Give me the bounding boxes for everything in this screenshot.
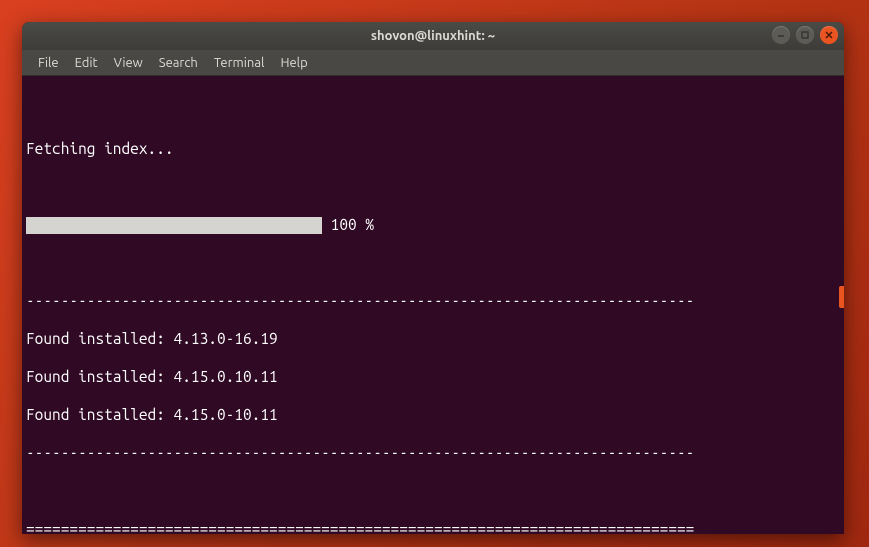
window-controls <box>772 26 838 44</box>
installed-line: Found installed: 4.15.0.10.11 <box>26 367 840 386</box>
separator-dash: ----------------------------------------… <box>26 443 840 462</box>
menu-help[interactable]: Help <box>272 53 315 73</box>
scrollbar-thumb[interactable] <box>839 286 844 308</box>
maximize-button[interactable] <box>796 26 814 44</box>
menu-terminal[interactable]: Terminal <box>206 53 273 73</box>
terminal-output[interactable]: Fetching index... 100 % ----------------… <box>22 76 844 534</box>
terminal-window: shovon@linuxhint: ~ File Edit View Searc… <box>22 22 844 534</box>
progress-label: 100 % <box>322 216 374 233</box>
titlebar: shovon@linuxhint: ~ <box>22 22 844 50</box>
close-button[interactable] <box>820 26 838 44</box>
menubar: File Edit View Search Terminal Help <box>22 50 844 76</box>
menu-edit[interactable]: Edit <box>67 53 106 73</box>
window-title: shovon@linuxhint: ~ <box>22 29 844 43</box>
fetching-line: Fetching index... <box>26 139 840 158</box>
separator-eq: ========================================… <box>26 519 840 534</box>
menu-file[interactable]: File <box>30 53 67 73</box>
progress-bar <box>26 217 322 234</box>
minimize-button[interactable] <box>772 26 790 44</box>
progress-line: 100 % <box>26 215 840 234</box>
installed-line: Found installed: 4.13.0-16.19 <box>26 329 840 348</box>
installed-line: Found installed: 4.15.0-10.11 <box>26 405 840 424</box>
menu-view[interactable]: View <box>106 53 151 73</box>
menu-search[interactable]: Search <box>151 53 206 73</box>
separator-dash: ----------------------------------------… <box>26 291 840 310</box>
